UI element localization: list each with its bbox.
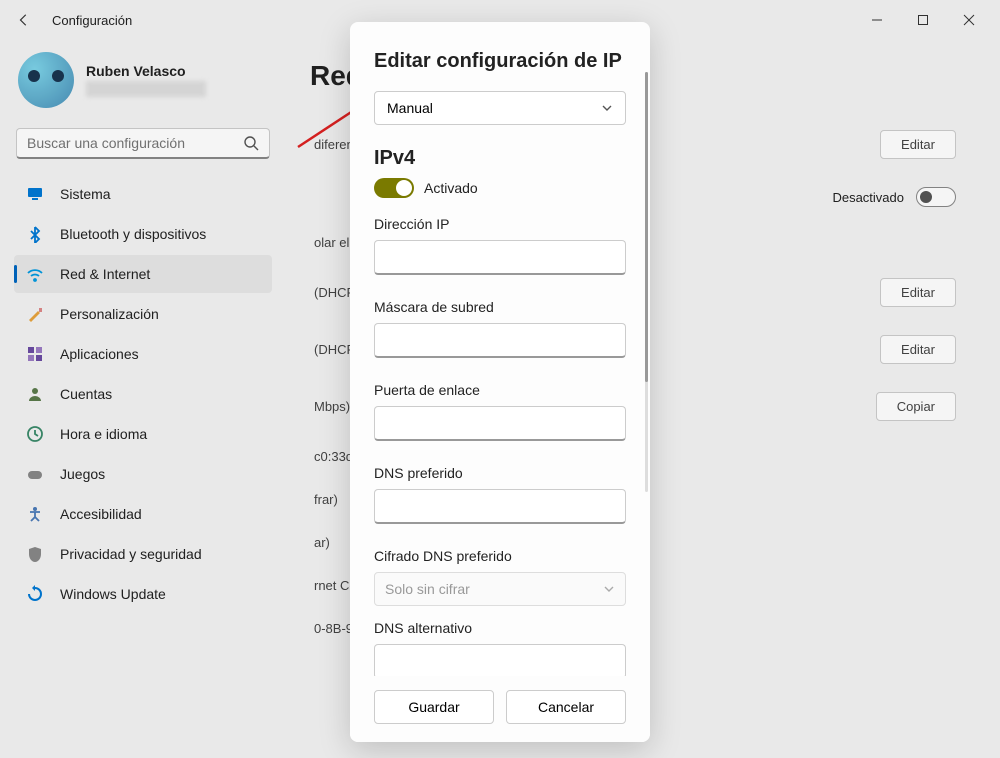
save-button[interactable]: Guardar <box>374 690 494 724</box>
cancel-button[interactable]: Cancelar <box>506 690 626 724</box>
field-input[interactable] <box>374 240 626 275</box>
field-label: DNS alternativo <box>374 620 626 636</box>
modal-overlay: Editar configuración de IP Manual IPv4 A… <box>0 0 1000 758</box>
ip-settings-dialog: Editar configuración de IP Manual IPv4 A… <box>350 22 650 742</box>
field-input[interactable] <box>374 644 626 676</box>
ip-mode-dropdown[interactable]: Manual <box>374 91 626 125</box>
field-label: Dirección IP <box>374 216 626 232</box>
dialog-title: Editar configuración de IP <box>374 50 626 73</box>
ip-mode-value: Manual <box>387 100 433 116</box>
chevron-down-icon <box>603 583 615 595</box>
field-input[interactable] <box>374 489 626 524</box>
field-select[interactable]: Solo sin cifrar <box>374 572 626 606</box>
field-input[interactable] <box>374 323 626 358</box>
field-input[interactable] <box>374 406 626 441</box>
ipv4-toggle[interactable] <box>374 178 414 198</box>
chevron-down-icon <box>601 102 613 114</box>
field-label: DNS preferido <box>374 465 626 481</box>
field-label: Puerta de enlace <box>374 382 626 398</box>
dialog-scrollbar[interactable] <box>645 72 648 492</box>
ipv4-heading: IPv4 <box>374 147 626 170</box>
field-label: Máscara de subred <box>374 299 626 315</box>
select-value: Solo sin cifrar <box>385 581 470 597</box>
ipv4-toggle-label: Activado <box>424 180 478 196</box>
field-label: Cifrado DNS preferido <box>374 548 626 564</box>
